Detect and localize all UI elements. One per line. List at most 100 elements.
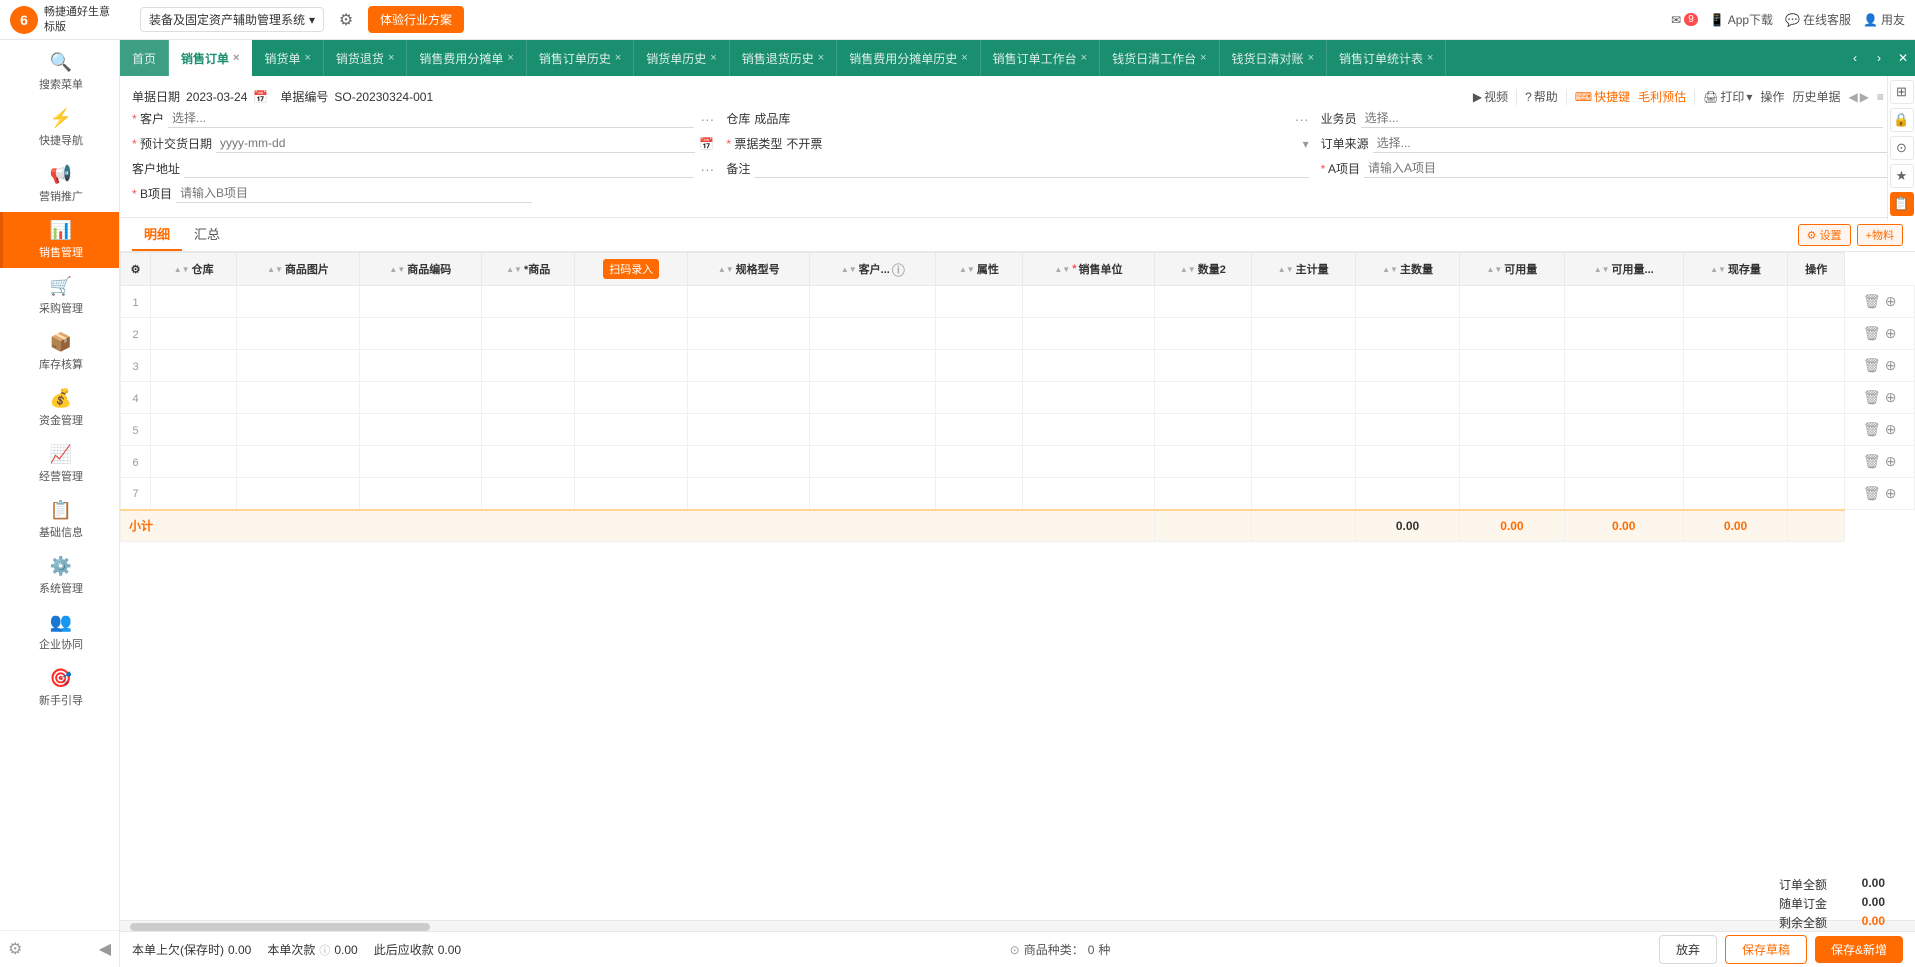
table-cell[interactable] bbox=[575, 382, 688, 414]
sort-product-icon[interactable]: ▲▼ bbox=[506, 265, 522, 274]
table-cell[interactable] bbox=[936, 446, 1022, 478]
table-cell[interactable] bbox=[1251, 478, 1355, 510]
table-cell[interactable] bbox=[1788, 318, 1845, 350]
table-cell[interactable] bbox=[359, 478, 481, 510]
table-cell[interactable] bbox=[1355, 286, 1459, 318]
table-cell[interactable] bbox=[688, 286, 810, 318]
delivery-date-input[interactable] bbox=[216, 134, 695, 153]
table-cell[interactable] bbox=[481, 446, 574, 478]
customer-more-btn[interactable]: ··· bbox=[700, 111, 714, 127]
row-copy-icon[interactable]: ⊕ bbox=[1885, 357, 1897, 374]
row-copy-icon[interactable]: ⊕ bbox=[1885, 453, 1897, 470]
table-cell[interactable] bbox=[1460, 446, 1564, 478]
table-cell[interactable] bbox=[1251, 286, 1355, 318]
nav-tab-daily-reconcile[interactable]: 钱货日清对账 × bbox=[1220, 40, 1327, 76]
save-draft-button[interactable]: 保存草稿 bbox=[1725, 935, 1807, 964]
table-cell[interactable] bbox=[237, 318, 359, 350]
table-cell[interactable] bbox=[237, 478, 359, 510]
table-cell[interactable] bbox=[481, 478, 574, 510]
table-cell[interactable] bbox=[237, 414, 359, 446]
sidebar-item-inventory[interactable]: 📦 库存核算 bbox=[0, 324, 119, 380]
sidebar-item-system[interactable]: ⚙️ 系统管理 bbox=[0, 548, 119, 604]
view-video-button[interactable]: ▶视频 bbox=[1473, 88, 1508, 105]
table-cell[interactable] bbox=[810, 286, 936, 318]
right-panel-btn-1[interactable]: ⊞ bbox=[1890, 80, 1914, 104]
table-cell[interactable] bbox=[151, 286, 237, 318]
warehouse-more-btn[interactable]: ··· bbox=[1295, 111, 1309, 127]
right-panel-btn-4[interactable]: ★ bbox=[1890, 164, 1914, 188]
nav-tab-expense-history[interactable]: 销售费用分摊单历史 × bbox=[837, 40, 980, 76]
sort-warehouse-icon[interactable]: ▲▼ bbox=[174, 265, 190, 274]
row-copy-icon[interactable]: ⊕ bbox=[1885, 389, 1897, 406]
table-cell[interactable] bbox=[151, 446, 237, 478]
save-new-button[interactable]: 保存&新增 bbox=[1815, 936, 1903, 963]
close-tab-icon[interactable]: × bbox=[233, 52, 239, 64]
table-cell[interactable] bbox=[359, 350, 481, 382]
table-cell[interactable] bbox=[1155, 414, 1251, 446]
table-cell[interactable] bbox=[1251, 318, 1355, 350]
tab-arrow-left[interactable]: ‹ bbox=[1843, 40, 1867, 76]
row-copy-icon[interactable]: ⊕ bbox=[1885, 325, 1897, 342]
nav-tab-sales-goods[interactable]: 销货单 × bbox=[252, 40, 323, 76]
table-cell[interactable] bbox=[359, 446, 481, 478]
table-cell[interactable] bbox=[810, 382, 936, 414]
col-settings-icon[interactable]: ⚙ bbox=[131, 264, 141, 276]
table-cell[interactable] bbox=[1251, 350, 1355, 382]
table-cell[interactable] bbox=[1355, 446, 1459, 478]
table-cell[interactable] bbox=[359, 414, 481, 446]
table-cell[interactable] bbox=[575, 446, 688, 478]
operations-button[interactable]: 操作 bbox=[1760, 88, 1784, 105]
shortcut-button[interactable]: ⌨快捷键 bbox=[1575, 88, 1630, 105]
table-cell[interactable] bbox=[1155, 286, 1251, 318]
table-cell[interactable] bbox=[1022, 382, 1155, 414]
table-cell[interactable] bbox=[1788, 382, 1845, 414]
table-cell[interactable] bbox=[688, 414, 810, 446]
nav-tab-order-workbench[interactable]: 销售订单工作台 × bbox=[981, 40, 1100, 76]
sort-current-stock-icon[interactable]: ▲▼ bbox=[1710, 265, 1726, 274]
table-cell[interactable] bbox=[151, 318, 237, 350]
table-cell[interactable] bbox=[1155, 382, 1251, 414]
sort-main-unit-icon[interactable]: ▲▼ bbox=[1278, 265, 1294, 274]
table-cell[interactable] bbox=[359, 318, 481, 350]
table-cell[interactable] bbox=[1355, 478, 1459, 510]
table-cell[interactable] bbox=[936, 414, 1022, 446]
print-button[interactable]: 🖨 打印 ▾ bbox=[1703, 88, 1752, 105]
sort-spec-icon[interactable]: ▲▼ bbox=[718, 265, 734, 274]
system-selector[interactable]: 装备及固定资产辅助管理系统 ▾ bbox=[140, 7, 324, 32]
sort-sales-unit-icon[interactable]: ▲▼ bbox=[1054, 265, 1070, 274]
table-cell[interactable] bbox=[1564, 350, 1683, 382]
table-cell[interactable] bbox=[575, 350, 688, 382]
staff-input[interactable] bbox=[1361, 109, 1883, 128]
table-cell[interactable] bbox=[1355, 382, 1459, 414]
scan-enter-button[interactable]: 扫码录入 bbox=[603, 259, 659, 279]
row-delete-icon[interactable]: 🗑 bbox=[1863, 357, 1881, 374]
table-cell[interactable] bbox=[575, 286, 688, 318]
table-cell[interactable] bbox=[936, 478, 1022, 510]
table-cell[interactable] bbox=[481, 318, 574, 350]
table-cell[interactable] bbox=[481, 286, 574, 318]
table-cell[interactable] bbox=[359, 382, 481, 414]
sidebar-collapse-icon[interactable]: ◀ bbox=[99, 939, 111, 959]
sort-available-icon[interactable]: ▲▼ bbox=[1486, 265, 1502, 274]
table-cell[interactable] bbox=[1022, 414, 1155, 446]
table-cell[interactable] bbox=[810, 414, 936, 446]
table-cell[interactable] bbox=[688, 350, 810, 382]
nav-tab-sales-return[interactable]: 销货退货 × bbox=[324, 40, 407, 76]
table-cell[interactable] bbox=[1355, 414, 1459, 446]
view-list-icon[interactable]: ≡ bbox=[1877, 90, 1884, 104]
nav-prev-icon[interactable]: ◀ bbox=[1848, 90, 1857, 104]
nav-tab-sales-order[interactable]: 销售订单 × bbox=[169, 40, 252, 76]
table-cell[interactable] bbox=[1683, 286, 1787, 318]
sidebar-item-guide[interactable]: 🎯 新手引导 bbox=[0, 660, 119, 716]
table-cell[interactable] bbox=[1683, 318, 1787, 350]
table-cell[interactable] bbox=[1022, 478, 1155, 510]
table-cell[interactable] bbox=[688, 478, 810, 510]
row-copy-icon[interactable]: ⊕ bbox=[1885, 293, 1897, 310]
row-delete-icon[interactable]: 🗑 bbox=[1863, 485, 1881, 502]
sidebar-item-sales[interactable]: 📊 销售管理 bbox=[0, 212, 119, 268]
table-cell[interactable] bbox=[1683, 382, 1787, 414]
close-tab-icon[interactable]: × bbox=[961, 52, 967, 64]
sidebar-item-cooperation[interactable]: 👥 企业协同 bbox=[0, 604, 119, 660]
table-cell[interactable] bbox=[575, 414, 688, 446]
table-cell[interactable] bbox=[1022, 350, 1155, 382]
